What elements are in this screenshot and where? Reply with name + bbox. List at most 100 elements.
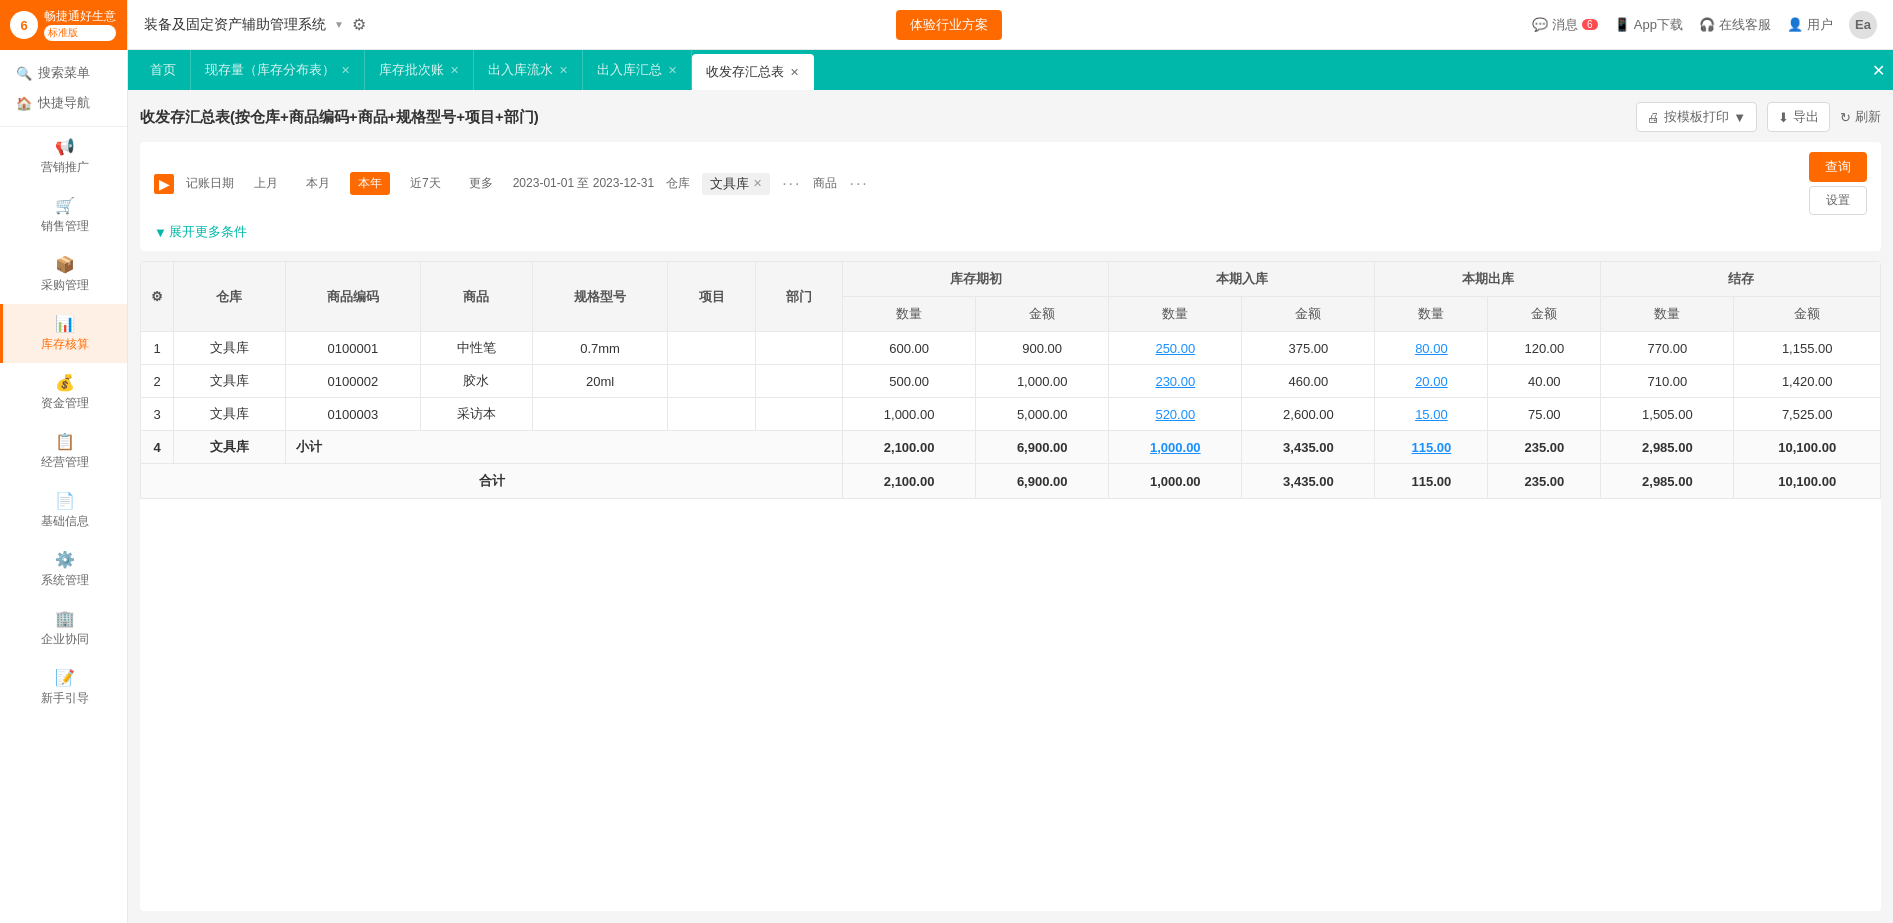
tab-home[interactable]: 首页 [136,50,191,90]
date-cur-month-button[interactable]: 本月 [298,172,338,195]
inventory-icon: 📊 [55,314,75,333]
row2-out-amt: 40.00 [1488,365,1601,398]
footer-row: 合计 2,100.00 6,900.00 1,000.00 3,435.00 1… [141,464,1881,499]
online-service-button[interactable]: 🎧 在线客服 [1699,16,1771,34]
table-row: 1 文具库 0100001 中性笔 0.7mm 600.00 900.00 25… [141,332,1881,365]
export-button[interactable]: ⬇ 导出 [1767,102,1830,132]
user-avatar[interactable]: Ea [1849,11,1877,39]
date-more-button[interactable]: 更多 [461,172,501,195]
tab-inout-summary-close[interactable]: ✕ [668,64,677,77]
row1-out-amt: 120.00 [1488,332,1601,365]
date-cur-year-button[interactable]: 本年 [350,172,390,195]
footer-label: 合计 [141,464,843,499]
col-open-qty: 数量 [843,297,976,332]
filter-toggle-button[interactable]: ▶ [154,174,174,194]
tab-stock-summary-label: 收发存汇总表 [706,63,784,81]
sidebar-item-operations[interactable]: 📋 经营管理 [0,422,127,481]
row3-bal-amt: 7,525.00 [1734,398,1881,431]
expand-icon: ▼ [154,225,167,240]
subtotal-bal-amt: 10,100.00 [1734,431,1881,464]
main-content: 装备及固定资产辅助管理系统 ▼ ⚙ 体验行业方案 💬 消息 6 📱 App下载 … [128,0,1893,923]
row2-in-qty[interactable]: 230.00 [1109,365,1242,398]
tab-inventory-dist[interactable]: 现存量（库存分布表） ✕ [191,50,365,90]
filter-settings-button[interactable]: 设置 [1809,186,1867,215]
warehouse-tag-close[interactable]: ✕ [753,177,762,190]
col-settings[interactable]: ⚙ [141,262,174,332]
sidebar-item-search[interactable]: 🔍 搜索菜单 [8,58,119,88]
row3-out-qty[interactable]: 15.00 [1375,398,1488,431]
tab-stock-summary-close[interactable]: ✕ [790,66,799,79]
system-title: 装备及固定资产辅助管理系统 [144,16,326,34]
sidebar-item-sales[interactable]: 🛒 销售管理 [0,186,127,245]
sidebar-item-finance[interactable]: 💰 资金管理 [0,363,127,422]
refresh-icon: ↻ [1840,110,1851,125]
row3-open-qty: 1,000.00 [843,398,976,431]
row2-spec: 20ml [532,365,668,398]
print-icon: 🖨 [1647,110,1660,125]
date-7days-button[interactable]: 近7天 [402,172,449,195]
footer-out-qty: 115.00 [1375,464,1488,499]
tab-inout-flow-close[interactable]: ✕ [559,64,568,77]
tab-stock-summary[interactable]: 收发存汇总表 ✕ [692,54,814,90]
sidebar-item-company[interactable]: 🏢 企业协同 [0,599,127,658]
row3-spec [532,398,668,431]
marketing-icon: 📢 [55,137,75,156]
row1-open-amt: 900.00 [976,332,1109,365]
expand-filter-button[interactable]: ▼ 展开更多条件 [154,223,247,241]
base-label: 基础信息 [41,513,89,530]
tab-inout-flow[interactable]: 出入库流水 ✕ [474,50,583,90]
page-header: 收发存汇总表(按仓库+商品编码+商品+规格型号+项目+部门) 🖨 按模板打印 ▼… [140,102,1881,132]
sidebar-item-inventory[interactable]: 📊 库存核算 [0,304,127,363]
goods-label: 商品 [813,175,837,192]
page-title: 收发存汇总表(按仓库+商品编码+商品+规格型号+项目+部门) [140,108,539,127]
sidebar-item-base[interactable]: 📄 基础信息 [0,481,127,540]
settings-icon[interactable]: ⚙ [352,15,366,34]
sidebar-item-purchase[interactable]: 📦 采购管理 [0,245,127,304]
col-in-amt: 金额 [1242,297,1375,332]
col-open-amt: 金额 [976,297,1109,332]
row1-in-amt: 375.00 [1242,332,1375,365]
message-button[interactable]: 💬 消息 6 [1532,16,1598,34]
sidebar-item-system[interactable]: ⚙️ 系统管理 [0,540,127,599]
row2-bal-qty: 710.00 [1601,365,1734,398]
tab-batch-close[interactable]: ✕ [450,64,459,77]
subtotal-in-qty[interactable]: 1,000.00 [1109,431,1242,464]
quick-nav-icon: 🏠 [16,96,32,111]
warehouse-more-dots[interactable]: ··· [782,175,801,193]
user-menu[interactable]: 👤 用户 [1787,16,1833,34]
row3-in-amt: 2,600.00 [1242,398,1375,431]
tab-inventory-dist-close[interactable]: ✕ [341,64,350,77]
guide-icon: 📝 [55,668,75,687]
system-title-dropdown-icon[interactable]: ▼ [334,19,344,30]
refresh-button[interactable]: ↻ 刷新 [1840,108,1881,126]
print-button[interactable]: 🖨 按模板打印 ▼ [1636,102,1757,132]
message-badge: 6 [1582,19,1598,30]
tabbar-close-all[interactable]: ✕ [1872,61,1885,80]
inventory-label: 库存核算 [41,336,89,353]
sales-icon: 🛒 [55,196,75,215]
message-icon: 💬 [1532,17,1548,32]
tab-inventory-dist-label: 现存量（库存分布表） [205,61,335,79]
goods-more-dots[interactable]: ··· [849,175,868,193]
tab-inout-summary[interactable]: 出入库汇总 ✕ [583,50,692,90]
tab-batch[interactable]: 库存批次账 ✕ [365,50,474,90]
sidebar-item-guide[interactable]: 📝 新手引导 [0,658,127,717]
row3-in-qty[interactable]: 520.00 [1109,398,1242,431]
row1-bal-qty: 770.00 [1601,332,1734,365]
date-prev-month-button[interactable]: 上月 [246,172,286,195]
row1-in-qty[interactable]: 250.00 [1109,332,1242,365]
sidebar-item-marketing[interactable]: 📢 营销推广 [0,127,127,186]
row1-out-qty[interactable]: 80.00 [1375,332,1488,365]
subtotal-label: 小计 [285,431,843,464]
app-download-button[interactable]: 📱 App下载 [1614,16,1683,34]
row2-out-qty[interactable]: 20.00 [1375,365,1488,398]
row3-warehouse: 文具库 [174,398,286,431]
col-warehouse-header: 仓库 [174,262,286,332]
experience-button[interactable]: 体验行业方案 [896,10,1002,40]
row1-project [668,332,755,365]
query-button[interactable]: 查询 [1809,152,1867,182]
subtotal-out-qty[interactable]: 115.00 [1375,431,1488,464]
footer-out-amt: 235.00 [1488,464,1601,499]
row1-warehouse: 文具库 [174,332,286,365]
sidebar-item-quick[interactable]: 🏠 快捷导航 [8,88,119,118]
